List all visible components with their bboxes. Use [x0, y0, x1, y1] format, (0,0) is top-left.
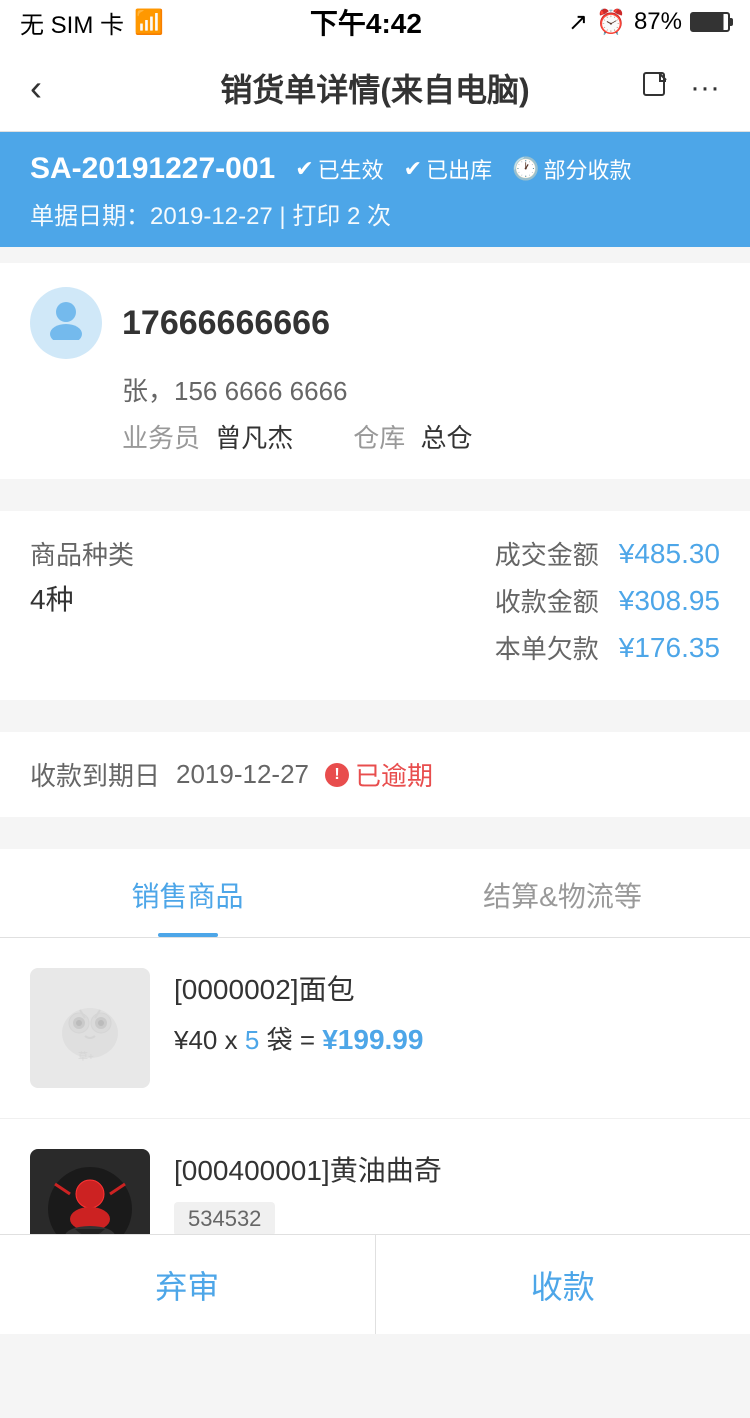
- staff-section: 业务员 曾凡杰: [122, 418, 293, 455]
- status-bar: 无 SIM 卡 📶 下午4:42 ↗ ⏰ 87%: [0, 0, 750, 44]
- deal-amount-row: 成交金额 ¥485.30: [495, 535, 720, 572]
- banner-row1: SA-20191227-001 ✔ 已生效 ✔ 已出库 🕐 部分收款: [30, 152, 720, 186]
- sep-4: [0, 833, 750, 849]
- debt-row: 本单欠款 ¥176.35: [495, 629, 720, 666]
- customer-section: 17666666666 张，156 6666 6666 业务员 曾凡杰 仓库 总…: [0, 263, 750, 479]
- print-label: | 打印: [273, 203, 347, 230]
- status-left: 无 SIM 卡 📶: [20, 5, 164, 40]
- check-icon-2: ✔: [404, 156, 422, 182]
- due-date: 2019-12-27: [176, 759, 309, 790]
- alarm-icon: ⏰: [596, 8, 626, 37]
- product-thumbnail-1: 草+: [30, 968, 150, 1088]
- share-icon[interactable]: [640, 69, 670, 107]
- battery-icon: [690, 12, 730, 32]
- customer-row: 17666666666: [30, 287, 720, 359]
- staff-name: 曾凡杰: [215, 423, 293, 453]
- back-button[interactable]: ‹: [20, 57, 52, 119]
- tabs-section: 销售商品 结算&物流等: [0, 849, 750, 938]
- customer-info: 张，156 6666 6666: [122, 371, 720, 408]
- abandon-review-button[interactable]: 弃审: [0, 1235, 376, 1334]
- collect-payment-button[interactable]: 收款: [376, 1235, 750, 1334]
- received-row: 收款金额 ¥308.95: [495, 582, 720, 619]
- carrier-text: 无 SIM 卡: [20, 5, 124, 40]
- print-suffix: 次: [360, 203, 391, 230]
- stats-right: 成交金额 ¥485.30 收款金额 ¥308.95 本单欠款 ¥176.35: [495, 535, 720, 676]
- total-1: ¥199.99: [322, 1024, 423, 1055]
- overdue-badge: ! 已逾期: [325, 756, 433, 793]
- stats-section: 商品种类 4种 成交金额 ¥485.30 收款金额 ¥308.95 本单欠款 ¥…: [0, 511, 750, 700]
- clock-icon: 🕐: [512, 156, 539, 182]
- product-name-1: [0000002]面包: [174, 968, 720, 1008]
- header-banner: SA-20191227-001 ✔ 已生效 ✔ 已出库 🕐 部分收款 单据日期：…: [0, 132, 750, 247]
- status-right: ↗ ⏰ 87%: [568, 8, 730, 37]
- banner-date-row: 单据日期：2019-12-27 | 打印 2 次: [30, 196, 720, 231]
- received-value: ¥308.95: [619, 585, 720, 617]
- date-label: 单据日期：: [30, 203, 150, 230]
- customer-id: 17666666666: [122, 304, 330, 343]
- product-info-1: [0000002]面包 ¥40 x 5 袋 = ¥199.99: [174, 968, 720, 1057]
- product-name-2: [000400001]黄油曲奇: [174, 1149, 720, 1189]
- sep-2: [0, 495, 750, 511]
- type-count: 4种: [30, 578, 134, 618]
- type-label: 商品种类: [30, 535, 134, 572]
- status-shipped: ✔ 已出库: [404, 153, 492, 185]
- order-number: SA-20191227-001: [30, 152, 275, 186]
- product-item-1: 草+ [0000002]面包 ¥40 x 5 袋 = ¥199.99: [0, 938, 750, 1119]
- sep-1: [0, 247, 750, 263]
- status-partial: 🕐 部分收款: [512, 153, 631, 185]
- location-icon: ↗: [568, 8, 588, 37]
- wifi-icon: 📶: [134, 8, 164, 37]
- person-icon: [44, 296, 88, 351]
- overdue-icon: !: [325, 763, 349, 787]
- warehouse-label: 仓库: [353, 423, 405, 453]
- overdue-text: 已逾期: [355, 756, 433, 793]
- product-price-1: ¥40 x 5 袋 = ¥199.99: [174, 1020, 720, 1057]
- status-effected: ✔ 已生效: [295, 153, 383, 185]
- svg-text:草+: 草+: [78, 1051, 94, 1063]
- more-icon[interactable]: ···: [690, 71, 720, 105]
- deal-amount-label: 成交金额: [495, 535, 599, 572]
- customer-avatar: [30, 287, 102, 359]
- order-date: 2019-12-27: [150, 203, 273, 230]
- due-section: 收款到期日 2019-12-27 ! 已逾期: [0, 732, 750, 817]
- deal-amount-value: ¥485.30: [619, 538, 720, 570]
- staff-row: 业务员 曾凡杰 仓库 总仓: [122, 418, 720, 455]
- received-label: 收款金额: [495, 582, 599, 619]
- status-time: 下午4:42: [310, 2, 422, 42]
- debt-value: ¥176.35: [619, 632, 720, 664]
- tab-settlement[interactable]: 结算&物流等: [375, 849, 750, 937]
- check-icon-1: ✔: [295, 156, 313, 182]
- battery-text: 87%: [634, 8, 682, 36]
- due-label: 收款到期日: [30, 756, 160, 793]
- debt-label: 本单欠款: [495, 629, 599, 666]
- print-count: 2: [347, 203, 360, 230]
- nav-bar: ‹ 销货单详情(来自电脑) ···: [0, 44, 750, 132]
- tab-sales-products[interactable]: 销售商品: [0, 849, 375, 937]
- nav-actions: ···: [640, 69, 720, 107]
- page-title: 销货单详情(来自电脑): [220, 65, 529, 111]
- quantity-1: 5: [245, 1025, 259, 1055]
- staff-label: 业务员: [122, 423, 200, 453]
- sep-3: [0, 716, 750, 732]
- stats-left: 商品种类 4种: [30, 535, 134, 618]
- warehouse-section: 仓库 总仓: [353, 418, 472, 455]
- warehouse-name: 总仓: [421, 423, 473, 453]
- bottom-action-bar: 弃审 收款: [0, 1234, 750, 1334]
